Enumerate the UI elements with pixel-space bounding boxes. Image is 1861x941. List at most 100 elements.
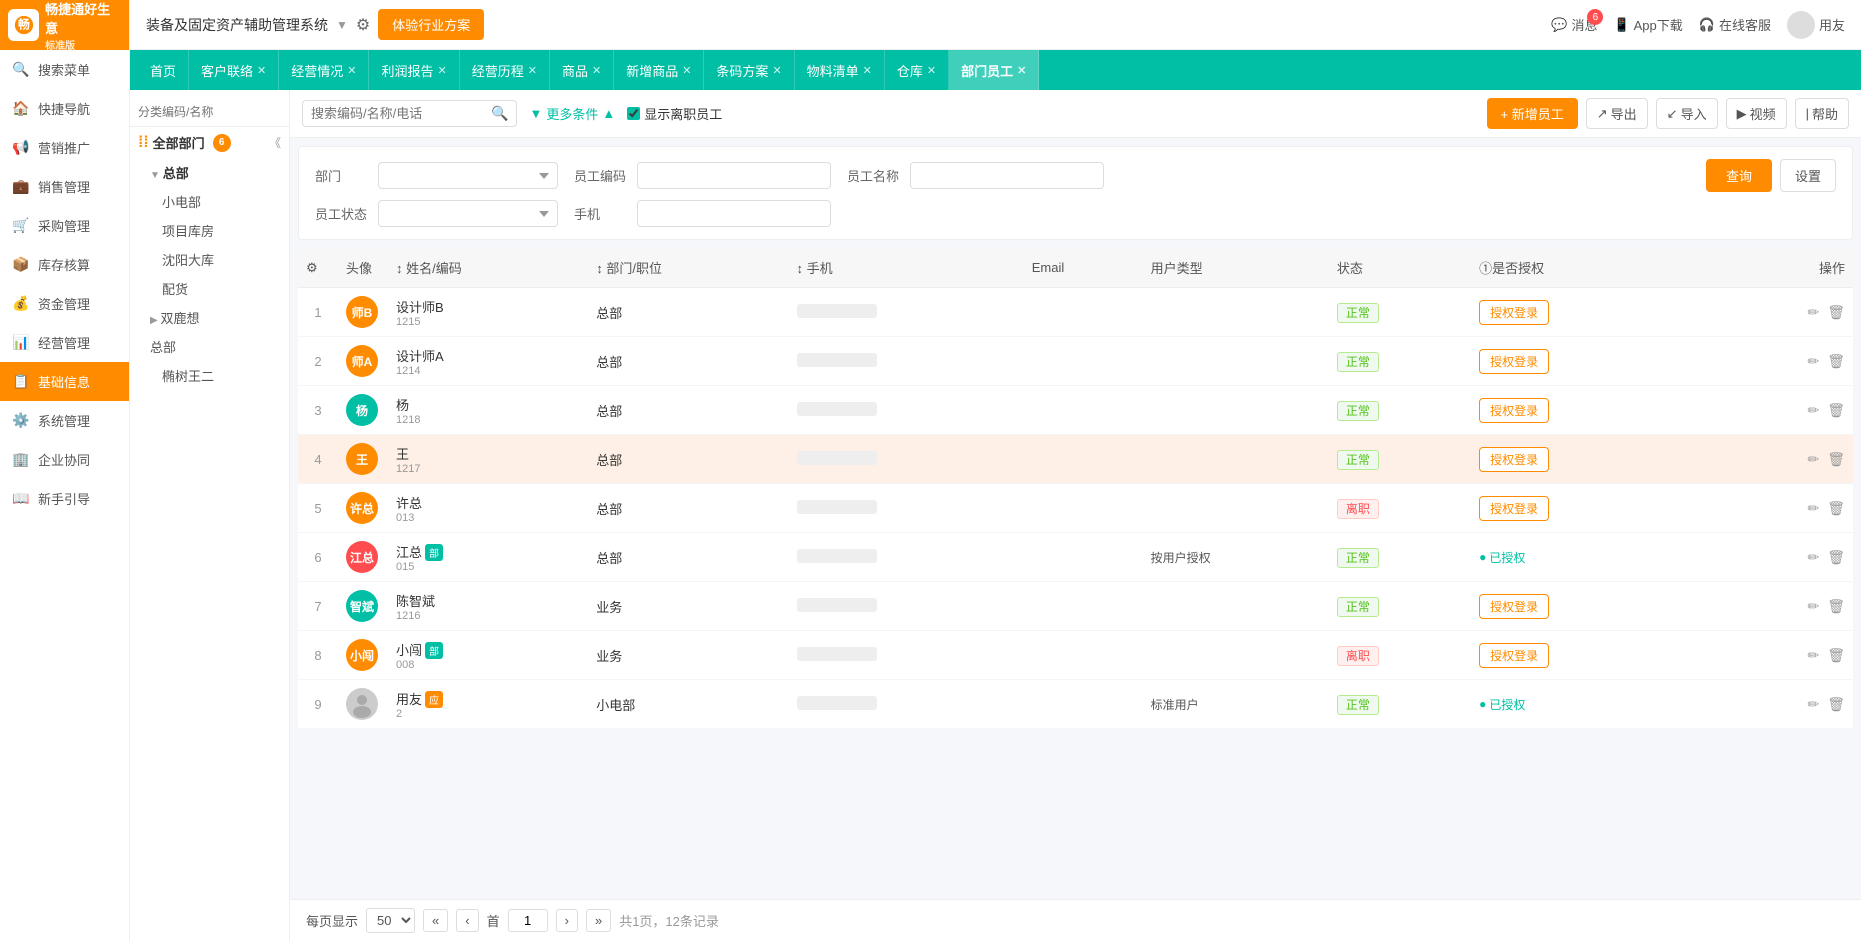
edit-btn[interactable]: ✏ bbox=[1807, 598, 1819, 615]
auth-cell[interactable]: 授权登录 bbox=[1471, 337, 1682, 386]
edit-btn[interactable]: ✏ bbox=[1807, 696, 1819, 713]
auth-cell[interactable]: 授权登录 bbox=[1471, 484, 1682, 533]
sidebar-item-purchase[interactable]: 🛒 采购管理 bbox=[0, 206, 129, 245]
emp-name-input[interactable] bbox=[910, 162, 1104, 189]
dept-search-input[interactable] bbox=[138, 105, 290, 119]
phone-input[interactable] bbox=[637, 200, 831, 227]
edit-btn[interactable]: ✏ bbox=[1807, 353, 1819, 370]
sidebar-item-search[interactable]: 🔍 搜索菜单 bbox=[0, 50, 129, 89]
tab-close-icon[interactable]: ✕ bbox=[1017, 64, 1026, 77]
online-service-btn[interactable]: 🎧 在线客服 bbox=[1699, 15, 1771, 34]
col-dept-pos[interactable]: ↕ 部门/职位 bbox=[588, 248, 788, 288]
tab-close-icon[interactable]: ✕ bbox=[438, 64, 447, 77]
first-page-btn[interactable]: « bbox=[423, 909, 448, 932]
sidebar-item-guide[interactable]: 📖 新手引导 bbox=[0, 479, 129, 518]
delete-btn[interactable]: 🗑 bbox=[1827, 500, 1845, 517]
tab-home[interactable]: 首页 bbox=[138, 50, 189, 90]
sidebar-item-marketing[interactable]: 📢 营销推广 bbox=[0, 128, 129, 167]
dept-tree-item-wang2[interactable]: 椭树王二 bbox=[130, 361, 289, 390]
dept-tree-item-small-elec[interactable]: 小电部 bbox=[130, 187, 289, 216]
dept-select[interactable] bbox=[378, 162, 558, 189]
emp-status-select[interactable] bbox=[378, 200, 558, 227]
search-icon[interactable]: 🔍 bbox=[491, 105, 508, 122]
auth-cell[interactable]: 授权登录 bbox=[1471, 582, 1682, 631]
tab-profit-report[interactable]: 利润报告✕ bbox=[369, 50, 459, 90]
next-page-btn[interactable]: › bbox=[556, 909, 578, 932]
auth-btn[interactable]: 授权登录 bbox=[1479, 398, 1549, 423]
edit-btn[interactable]: ✏ bbox=[1807, 549, 1819, 566]
tab-close-icon[interactable]: ✕ bbox=[528, 64, 537, 77]
tab-warehouse[interactable]: 仓库✕ bbox=[885, 50, 949, 90]
sidebar-item-basic[interactable]: 📋 基础信息 bbox=[0, 362, 129, 401]
tab-barcode[interactable]: 条码方案✕ bbox=[704, 50, 794, 90]
tab-add-goods[interactable]: 新增商品✕ bbox=[614, 50, 704, 90]
delete-btn[interactable]: 🗑 bbox=[1827, 304, 1845, 321]
auth-cell[interactable]: 授权登录 bbox=[1471, 435, 1682, 484]
help-btn[interactable]: | 帮助 bbox=[1795, 98, 1849, 129]
import-btn[interactable]: ↙ 导入 bbox=[1656, 98, 1718, 129]
auth-cell[interactable]: 已授权 bbox=[1471, 533, 1682, 582]
tab-close-icon[interactable]: ✕ bbox=[927, 64, 936, 77]
trial-btn[interactable]: 体验行业方案 bbox=[378, 9, 484, 40]
user-menu[interactable]: 用友 bbox=[1787, 11, 1845, 39]
app-download-btn[interactable]: 📱 App下载 bbox=[1613, 15, 1682, 34]
sidebar-item-sales[interactable]: 💼 销售管理 bbox=[0, 167, 129, 206]
auth-cell[interactable]: 已授权 bbox=[1471, 680, 1682, 729]
sidebar-item-operation[interactable]: 📊 经营管理 bbox=[0, 323, 129, 362]
settings-icon[interactable]: ⚙ bbox=[356, 15, 370, 35]
auth-btn[interactable]: 授权登录 bbox=[1479, 300, 1549, 325]
emp-code-input[interactable] bbox=[637, 162, 831, 189]
more-filters-btn[interactable]: ▼ 更多条件 ▲ bbox=[529, 104, 615, 123]
delete-btn[interactable]: 🗑 bbox=[1827, 549, 1845, 566]
col-phone[interactable]: ↕ 手机 bbox=[789, 248, 1024, 288]
export-btn[interactable]: ↗ 导出 bbox=[1586, 98, 1648, 129]
tab-goods[interactable]: 商品✕ bbox=[550, 50, 614, 90]
tab-close-icon[interactable]: ✕ bbox=[257, 64, 266, 77]
edit-btn[interactable]: ✏ bbox=[1807, 500, 1819, 517]
auth-btn[interactable]: 授权登录 bbox=[1479, 496, 1549, 521]
edit-btn[interactable]: ✏ bbox=[1807, 647, 1819, 664]
tab-close-icon[interactable]: ✕ bbox=[682, 64, 691, 77]
col-name-code[interactable]: ↕ 姓名/编码 bbox=[388, 248, 588, 288]
delete-btn[interactable]: 🗑 bbox=[1827, 696, 1845, 713]
prev-page-btn[interactable]: ‹ bbox=[456, 909, 478, 932]
per-page-select[interactable]: 50 bbox=[366, 908, 415, 933]
show-resigned-input[interactable] bbox=[627, 107, 640, 120]
edit-btn[interactable]: ✏ bbox=[1807, 402, 1819, 419]
dept-tree-item-double-deer[interactable]: 双鹿想 bbox=[130, 303, 289, 332]
tab-close-icon[interactable]: ✕ bbox=[347, 64, 356, 77]
search-input[interactable] bbox=[311, 106, 491, 121]
delete-btn[interactable]: 🗑 bbox=[1827, 451, 1845, 468]
sidebar-item-inventory[interactable]: 📦 库存核算 bbox=[0, 245, 129, 284]
auth-cell[interactable]: 授权登录 bbox=[1471, 386, 1682, 435]
tab-close-icon[interactable]: ✕ bbox=[863, 64, 872, 77]
dept-tree-item-shenyang[interactable]: 沈阳大库 bbox=[130, 245, 289, 274]
delete-btn[interactable]: 🗑 bbox=[1827, 402, 1845, 419]
auth-btn[interactable]: 授权登录 bbox=[1479, 349, 1549, 374]
delete-btn[interactable]: 🗑 bbox=[1827, 647, 1845, 664]
sidebar-item-company[interactable]: 🏢 企业协同 bbox=[0, 440, 129, 479]
page-number-input[interactable] bbox=[508, 909, 548, 932]
edit-btn[interactable]: ✏ bbox=[1807, 304, 1819, 321]
tab-close-icon[interactable]: ✕ bbox=[772, 64, 781, 77]
add-employee-btn[interactable]: + 新增员工 bbox=[1487, 98, 1578, 129]
edit-btn[interactable]: ✏ bbox=[1807, 451, 1819, 468]
auth-btn[interactable]: 授权登录 bbox=[1479, 643, 1549, 668]
auth-btn[interactable]: 授权登录 bbox=[1479, 447, 1549, 472]
reset-btn[interactable]: 设置 bbox=[1780, 159, 1836, 192]
delete-btn[interactable]: 🗑 bbox=[1827, 598, 1845, 615]
tab-dept-staff[interactable]: 部门员工✕ bbox=[949, 50, 1039, 90]
dept-tree-item-distribution[interactable]: 配货 bbox=[130, 274, 289, 303]
auth-cell[interactable]: 授权登录 bbox=[1471, 631, 1682, 680]
query-btn[interactable]: 查询 bbox=[1706, 159, 1772, 192]
dept-tree-item-hq[interactable]: 总部 bbox=[130, 332, 289, 361]
tab-customer[interactable]: 客户联络✕ bbox=[189, 50, 279, 90]
delete-btn[interactable]: 🗑 bbox=[1827, 353, 1845, 370]
auth-btn[interactable]: 授权登录 bbox=[1479, 594, 1549, 619]
show-resigned-checkbox[interactable]: 显示离职员工 bbox=[627, 104, 722, 123]
dept-tree-item-project-store[interactable]: 项目库房 bbox=[130, 216, 289, 245]
notification-btn[interactable]: 💬 消息 6 bbox=[1551, 15, 1597, 34]
tab-close-icon[interactable]: ✕ bbox=[592, 64, 601, 77]
auth-cell[interactable]: 授权登录 bbox=[1471, 288, 1682, 337]
collapse-dept-tree-btn[interactable]: 《 bbox=[269, 134, 281, 151]
